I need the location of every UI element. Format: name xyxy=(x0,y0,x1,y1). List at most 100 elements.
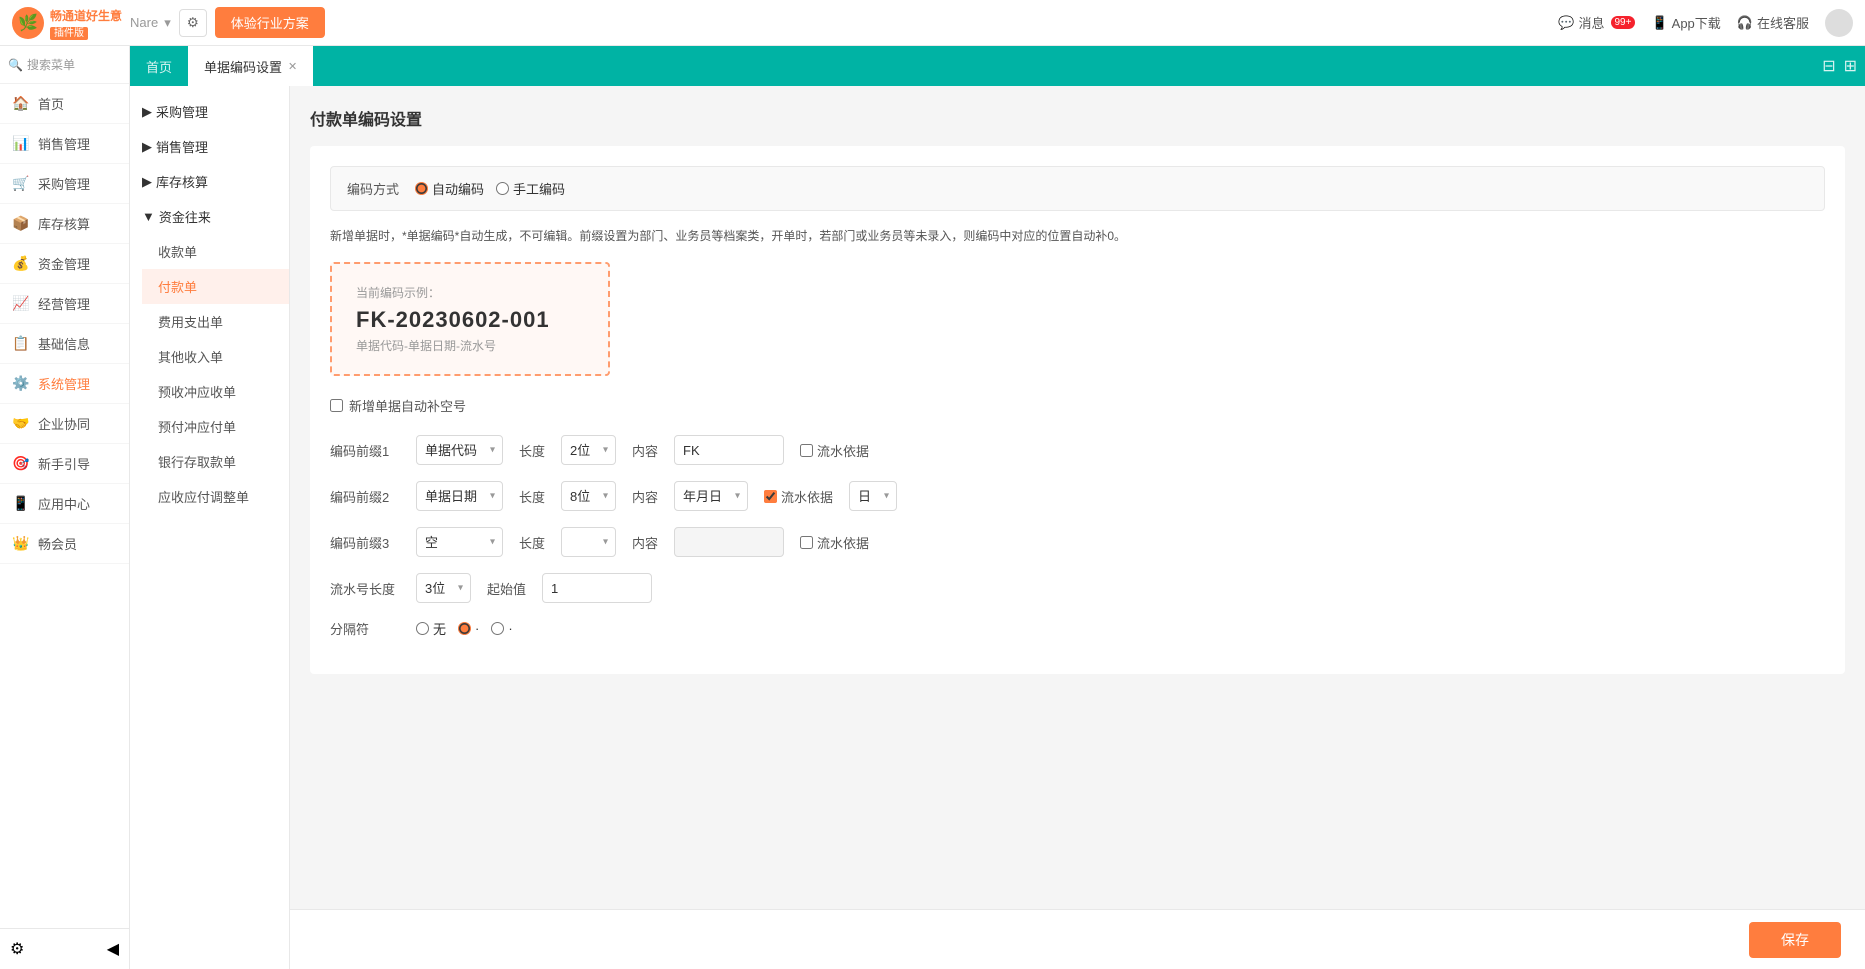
sub-menu-item-bank-deposit[interactable]: 银行存取款单 xyxy=(142,444,289,479)
sidebar-item-member[interactable]: 👑 畅会员 xyxy=(0,524,129,564)
sub-menu-inventory-arrow-icon: ▶ xyxy=(142,174,152,190)
prefix2-select[interactable]: 单据代码 单据日期 部门 业务员 空 xyxy=(416,481,503,511)
manual-encode-radio[interactable] xyxy=(496,182,509,195)
sidebar-item-home[interactable]: 🏠 首页 xyxy=(0,84,129,124)
sidebar-item-appstore[interactable]: 📱 应用中心 xyxy=(0,484,129,524)
tab-maximize-button[interactable]: ⊞ xyxy=(1844,56,1857,76)
tabbar-actions: ⊟ ⊞ xyxy=(1822,56,1865,76)
encoding-radio-group: 自动编码 手工编码 xyxy=(415,179,565,198)
settings-button[interactable]: ⚙ xyxy=(179,9,207,37)
prefix3-serial-checkbox[interactable] xyxy=(800,536,813,549)
tab-minimize-button[interactable]: ⊟ xyxy=(1822,56,1835,76)
sub-menu-item-expense[interactable]: 费用支出单 xyxy=(142,304,289,339)
sidebar-item-capital[interactable]: 💰 资金管理 xyxy=(0,244,129,284)
sub-menu-purchase[interactable]: ▶ 采购管理 xyxy=(130,94,289,129)
logo-text: 畅通道好生意 插件版 xyxy=(50,7,122,39)
prefix3-serial-checkbox-wrapper[interactable]: 流水依据 xyxy=(800,533,869,552)
sidebar-item-basic[interactable]: 📋 基础信息 xyxy=(0,324,129,364)
prefix-row-1: 编码前缀1 单据代码 单据日期 部门 业务员 空 长度 xyxy=(330,435,1825,465)
sub-menu-item-receipt[interactable]: 收款单 xyxy=(142,234,289,269)
topbar-btn-group: ⚙ 体验行业方案 xyxy=(179,7,325,38)
main-layout: 🔍 搜索菜单 🏠 首页 📊 销售管理 🛒 采购管理 📦 库存核算 💰 资金管理 … xyxy=(0,46,1865,969)
topbar-nav: Nare ▾ xyxy=(130,15,171,31)
sidebar-settings-button[interactable]: ⚙ xyxy=(10,939,24,959)
avatar[interactable] xyxy=(1825,9,1853,37)
online-service-button[interactable]: 🎧 在线客服 xyxy=(1737,13,1809,32)
separator-none-radio[interactable] xyxy=(416,622,429,635)
separator-dash-option[interactable]: · xyxy=(491,621,512,636)
messages-button[interactable]: 💬 消息 99+ xyxy=(1558,13,1635,32)
prefix1-serial-checkbox[interactable] xyxy=(800,444,813,457)
content-wrapper: 首页 单据编码设置 ✕ ⊟ ⊞ ▶ 采购管理 ▶ 销售管理 xyxy=(130,46,1865,969)
save-button[interactable]: 保存 xyxy=(1749,922,1841,958)
logo-icon: 🌿 xyxy=(12,7,44,39)
sub-menu-sales[interactable]: ▶ 销售管理 xyxy=(130,129,289,164)
sidebar-collapse-button[interactable]: ◀ xyxy=(107,939,119,959)
inventory-icon: 📦 xyxy=(12,215,30,233)
operations-icon: 📈 xyxy=(12,295,30,313)
manual-encode-option[interactable]: 手工编码 xyxy=(496,179,565,198)
sub-menu-item-advance-receivable[interactable]: 预收冲应收单 xyxy=(142,374,289,409)
start-value-label: 起始值 xyxy=(487,579,526,598)
sidebar-item-guide[interactable]: 🎯 新手引导 xyxy=(0,444,129,484)
prefix1-length-wrapper: 2位 4位 6位 8位 xyxy=(561,435,616,465)
sidebar-item-enterprise[interactable]: 🤝 企业协同 xyxy=(0,404,129,444)
auto-fill-checkbox[interactable] xyxy=(330,399,343,412)
prefix2-serial-checkbox-wrapper[interactable]: 流水依据 xyxy=(764,487,833,506)
sales-icon: 📊 xyxy=(12,135,30,153)
separator-dot-radio[interactable] xyxy=(458,622,471,635)
prefix2-length-label: 长度 xyxy=(519,487,545,506)
code-preview-label: 当前编码示例： xyxy=(356,284,584,301)
system-icon: ⚙️ xyxy=(12,375,30,393)
sidebar-bottom: ⚙ ◀ xyxy=(0,928,129,969)
prefix2-serial-checkbox[interactable] xyxy=(764,490,777,503)
prefix2-period-select-wrapper: 日 月 年 xyxy=(849,481,897,511)
start-value-input[interactable] xyxy=(542,573,652,603)
save-footer: 保存 xyxy=(290,909,1865,969)
separator-none-option[interactable]: 无 xyxy=(416,619,446,638)
prefix2-length-select[interactable]: 2位 4位 6位 8位 xyxy=(561,481,616,511)
breadcrumb-arrow-icon: ▾ xyxy=(164,15,171,31)
prefix1-content-label: 内容 xyxy=(632,441,658,460)
auto-encode-radio[interactable] xyxy=(415,182,428,195)
prefix1-content-input[interactable] xyxy=(674,435,784,465)
prefix1-length-select[interactable]: 2位 4位 6位 8位 xyxy=(561,435,616,465)
app-download-button[interactable]: 📱 App下载 xyxy=(1651,13,1720,32)
member-icon: 👑 xyxy=(12,535,30,553)
sidebar-item-purchase[interactable]: 🛒 采购管理 xyxy=(0,164,129,204)
prefix3-length-select[interactable]: 2位 4位 xyxy=(561,527,616,557)
prefix2-length-wrapper: 2位 4位 6位 8位 xyxy=(561,481,616,511)
separator-dash-radio[interactable] xyxy=(491,622,504,635)
sub-menu-item-advance-payable[interactable]: 预付冲应付单 xyxy=(142,409,289,444)
message-icon: 💬 xyxy=(1558,15,1574,31)
sidebar-item-operations[interactable]: 📈 经营管理 xyxy=(0,284,129,324)
prefix2-content-select-wrapper: 年月日 年月 年 xyxy=(674,481,748,511)
info-text: 新增单据时，*单据编码*自动生成，不可编辑。前缀设置为部门、业务员等档案类，开单… xyxy=(330,227,1825,246)
sidebar-item-sales[interactable]: 📊 销售管理 xyxy=(0,124,129,164)
serial-length-select[interactable]: 2位 3位 4位 5位 xyxy=(416,573,471,603)
tab-close-icon[interactable]: ✕ xyxy=(288,60,297,73)
encoding-method-row: 编码方式 自动编码 手工编码 xyxy=(330,166,1825,211)
prefix2-period-select[interactable]: 日 月 年 xyxy=(849,481,897,511)
auto-encode-option[interactable]: 自动编码 xyxy=(415,179,484,198)
sub-menu-capital-arrow-icon: ▼ xyxy=(142,209,155,224)
code-preview-value: FK-20230602-001 xyxy=(356,307,584,333)
sidebar-item-system[interactable]: ⚙️ 系统管理 xyxy=(0,364,129,404)
prefix1-serial-checkbox-wrapper[interactable]: 流水依据 xyxy=(800,441,869,460)
prefix1-select[interactable]: 单据代码 单据日期 部门 业务员 空 xyxy=(416,435,503,465)
sub-menu-item-adjust[interactable]: 应收应付调整单 xyxy=(142,479,289,514)
sub-menu-capital[interactable]: ▼ 资金往来 xyxy=(130,199,289,234)
separator-radio-group: 无 · · xyxy=(416,619,513,638)
sidebar-item-inventory[interactable]: 📦 库存核算 xyxy=(0,204,129,244)
industry-solution-button[interactable]: 体验行业方案 xyxy=(215,7,325,38)
separator-dot-option[interactable]: · xyxy=(458,621,479,636)
prefix2-content-select[interactable]: 年月日 年月 年 xyxy=(674,481,748,511)
sub-menu-item-other-income[interactable]: 其他收入单 xyxy=(142,339,289,374)
sub-sidebar: ▶ 采购管理 ▶ 销售管理 ▶ 库存核算 ▼ 资金往来 收款单 xyxy=(130,86,290,969)
prefix3-select[interactable]: 单据代码 单据日期 部门 业务员 空 xyxy=(416,527,503,557)
tab-home[interactable]: 首页 xyxy=(130,46,188,86)
sidebar-search[interactable]: 🔍 搜索菜单 xyxy=(0,46,129,84)
sub-menu-inventory[interactable]: ▶ 库存核算 xyxy=(130,164,289,199)
tab-serial-setting[interactable]: 单据编码设置 ✕ xyxy=(188,46,313,86)
sub-menu-item-payment[interactable]: 付款单 xyxy=(142,269,289,304)
